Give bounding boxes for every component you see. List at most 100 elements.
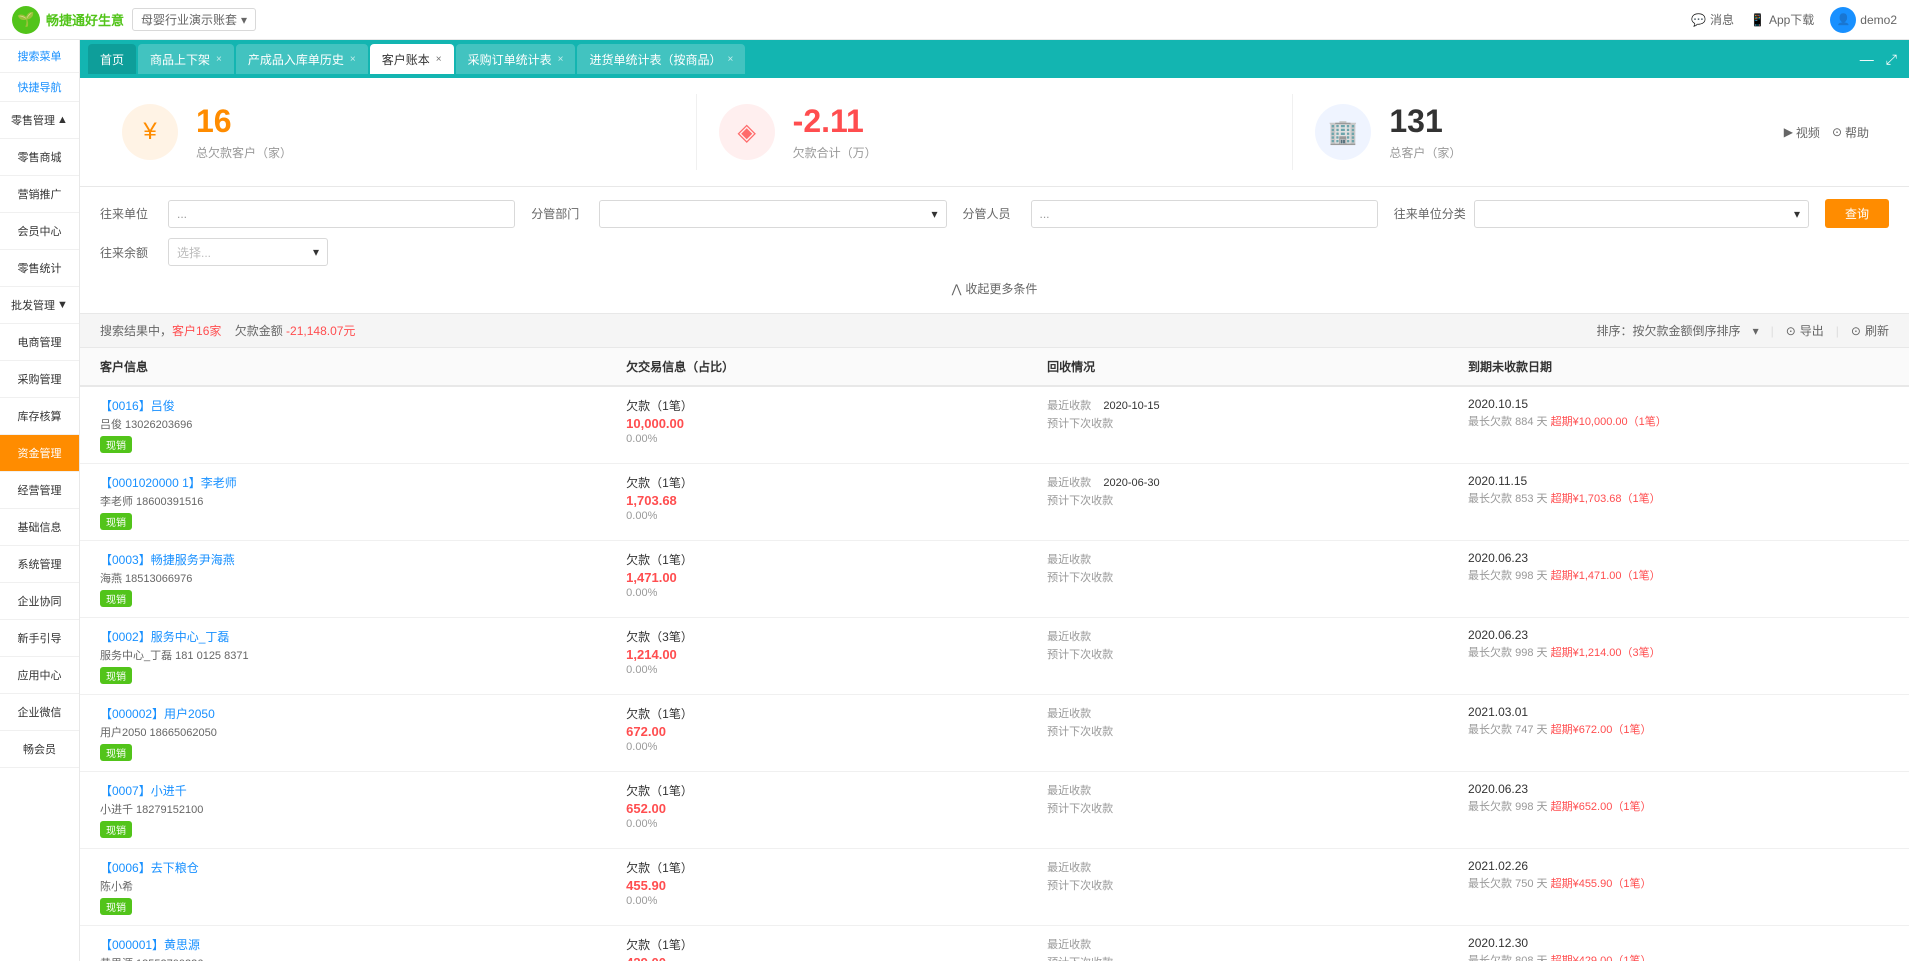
recovery-next: 预计下次收款: [1047, 492, 1468, 508]
remain-placeholder: 选择...: [177, 244, 211, 261]
customer-name[interactable]: 【0016】吕俊: [100, 397, 626, 414]
chevron-down-icon: ▾: [931, 207, 937, 221]
customer-name[interactable]: 【0001020000 1】李老师: [100, 474, 626, 491]
debt-amount[interactable]: 455.90: [626, 878, 1047, 893]
stat-value-total-debt: -2.11: [793, 103, 877, 140]
dept-select[interactable]: ▾: [599, 200, 946, 228]
sidebar-item-newbie[interactable]: 新手引导: [0, 620, 79, 657]
divider: |: [1771, 324, 1774, 338]
overdue-link[interactable]: 超期¥10,000.00（1笔）: [1551, 416, 1667, 428]
customer-contact: 小进千 18279152100: [100, 801, 626, 817]
stat-card-debt-customers: ¥ 16 总欠款客户（家）: [100, 94, 697, 170]
tab-purchase-order[interactable]: 采购订单统计表 ×: [456, 44, 576, 74]
customer-name[interactable]: 【000001】黄思源: [100, 936, 626, 953]
help-btn[interactable]: ⊙ 帮助: [1832, 124, 1869, 141]
sidebar-item-retail-stats[interactable]: 零售统计: [0, 250, 79, 287]
sidebar-item-basic[interactable]: 基础信息: [0, 509, 79, 546]
customer-contact: 用户2050 18665062050: [100, 724, 626, 740]
tab-close-icon[interactable]: ×: [436, 54, 442, 65]
customer-name[interactable]: 【0006】去下粮仓: [100, 859, 626, 876]
collapse-btn[interactable]: ⋀ 收起更多条件: [100, 276, 1889, 301]
refresh-btn[interactable]: ⊙ 刷新: [1851, 322, 1889, 339]
search-btn[interactable]: 查询: [1825, 199, 1889, 228]
debt-amount[interactable]: 429.00: [626, 955, 1047, 961]
debt-count: 欠款（1笔）: [626, 782, 1047, 799]
sidebar-item-member2[interactable]: 畅会员: [0, 731, 79, 768]
due-detail: 最长欠款 998 天 超期¥1,214.00（3笔）: [1468, 644, 1889, 660]
company-selector[interactable]: 母婴行业演示账套 ▾: [132, 8, 256, 31]
customer-contact: 吕俊 13026203696: [100, 416, 626, 432]
debt-percent: 0.00%: [626, 664, 1047, 676]
debt-amount[interactable]: 652.00: [626, 801, 1047, 816]
tab-close-icon[interactable]: ×: [216, 54, 222, 65]
sidebar-item-system[interactable]: 系统管理: [0, 546, 79, 583]
sidebar-item-app-center[interactable]: 应用中心: [0, 657, 79, 694]
debt-count: 欠款（1笔）: [626, 397, 1047, 414]
overdue-link[interactable]: 超期¥1,471.00（1笔）: [1551, 570, 1661, 582]
debt-amount[interactable]: 1,214.00: [626, 647, 1047, 662]
debt-amount[interactable]: 1,703.68: [626, 493, 1047, 508]
tab-close-icon[interactable]: ×: [350, 54, 356, 65]
sidebar-item-inventory[interactable]: 库存核算: [0, 398, 79, 435]
chevron-down-icon[interactable]: ▾: [1753, 324, 1759, 338]
sidebar-item-marketing[interactable]: 营销推广: [0, 176, 79, 213]
results-header: 搜索结果中，客户16家 欠款金额 -21,148.07元 排序：按欠款金额倒序排…: [80, 314, 1909, 348]
table-header: 客户信息 欠交易信息（占比） 回收情况 到期未收款日期: [80, 348, 1909, 387]
refresh-icon: ⊙: [1851, 324, 1861, 338]
due-date: 2021.02.26: [1468, 859, 1889, 873]
sidebar-item-enterprise[interactable]: 企业协同: [0, 583, 79, 620]
tab-home[interactable]: 首页: [88, 44, 136, 74]
app-download-btn[interactable]: 📱 App下载: [1750, 11, 1814, 28]
message-btn[interactable]: 💬 消息: [1691, 11, 1734, 28]
sidebar-item-member[interactable]: 会员中心: [0, 213, 79, 250]
sidebar-item-ecommerce[interactable]: 电商管理: [0, 324, 79, 361]
tab-product-status[interactable]: 商品上下架 ×: [138, 44, 234, 74]
sidebar-search[interactable]: 搜索菜单: [0, 40, 79, 73]
unit-category-select[interactable]: ▾: [1474, 200, 1809, 228]
sidebar-item-purchase[interactable]: 采购管理: [0, 361, 79, 398]
sidebar-item-wechat[interactable]: 企业微信: [0, 694, 79, 731]
overdue-link[interactable]: 超期¥672.00（1笔）: [1551, 724, 1652, 736]
recovery-last: 最近收款: [1047, 782, 1468, 798]
sidebar-item-retail-mall[interactable]: 零售商城: [0, 139, 79, 176]
debt-percent: 0.00%: [626, 895, 1047, 907]
tab-import-stats[interactable]: 进货单统计表（按商品） ×: [577, 44, 745, 74]
user-avatar[interactable]: 👤 demo2: [1830, 7, 1897, 33]
stat-label-total-customers: 总客户（家）: [1389, 144, 1461, 161]
export-icon: ⊙: [1786, 324, 1796, 338]
customer-tag: 现销: [100, 667, 132, 684]
from-unit-input[interactable]: ...: [168, 200, 515, 228]
tab-close-icon[interactable]: ×: [727, 54, 733, 65]
debt-amount[interactable]: 10,000.00: [626, 416, 1047, 431]
customer-name[interactable]: 【000002】用户2050: [100, 705, 626, 722]
tab-production-history[interactable]: 产成品入库单历史 ×: [236, 44, 368, 74]
customer-contact: 服务中心_丁磊 181 0125 8371: [100, 647, 626, 663]
export-btn[interactable]: ⊙ 导出: [1786, 322, 1824, 339]
sidebar-quick-nav[interactable]: 快捷导航: [0, 73, 79, 102]
customer-name[interactable]: 【0003】畅捷服务尹海燕: [100, 551, 626, 568]
debt-amount[interactable]: 1,471.00: [626, 570, 1047, 585]
minimize-icon[interactable]: —: [1856, 49, 1878, 70]
sidebar-item-operation[interactable]: 经营管理: [0, 472, 79, 509]
sidebar-item-retail-mgmt[interactable]: 零售管理 ▲: [0, 102, 79, 139]
overdue-link[interactable]: 超期¥1,214.00（3笔）: [1551, 647, 1661, 659]
customer-name[interactable]: 【0002】服务中心_丁磊: [100, 628, 626, 645]
recovery-last: 最近收款: [1047, 859, 1468, 875]
overdue-link[interactable]: 超期¥652.00（1笔）: [1551, 801, 1652, 813]
sidebar-item-batch-mgmt[interactable]: 批发管理 ▼: [0, 287, 79, 324]
phone-icon: 📱: [1750, 13, 1765, 27]
table-row: 【000002】用户2050 用户2050 18665062050 现销 欠款（…: [80, 695, 1909, 772]
tab-close-icon[interactable]: ×: [558, 54, 564, 65]
customer-tag: 现销: [100, 898, 132, 915]
person-input[interactable]: ...: [1031, 200, 1378, 228]
overdue-link[interactable]: 超期¥1,703.68（1笔）: [1551, 493, 1661, 505]
maximize-icon[interactable]: ⤢: [1882, 49, 1901, 70]
view-video-btn[interactable]: ▶ 视频: [1784, 124, 1820, 141]
overdue-link[interactable]: 超期¥455.90（1笔）: [1551, 878, 1652, 890]
customer-name[interactable]: 【0007】小进千: [100, 782, 626, 799]
debt-amount[interactable]: 672.00: [626, 724, 1047, 739]
remain-select[interactable]: 选择... ▾: [168, 238, 328, 266]
overdue-link[interactable]: 超期¥429.00（1笔）: [1551, 955, 1652, 961]
tab-customer-account[interactable]: 客户账本 ×: [370, 44, 454, 74]
sidebar-item-finance[interactable]: 资金管理: [0, 435, 79, 472]
